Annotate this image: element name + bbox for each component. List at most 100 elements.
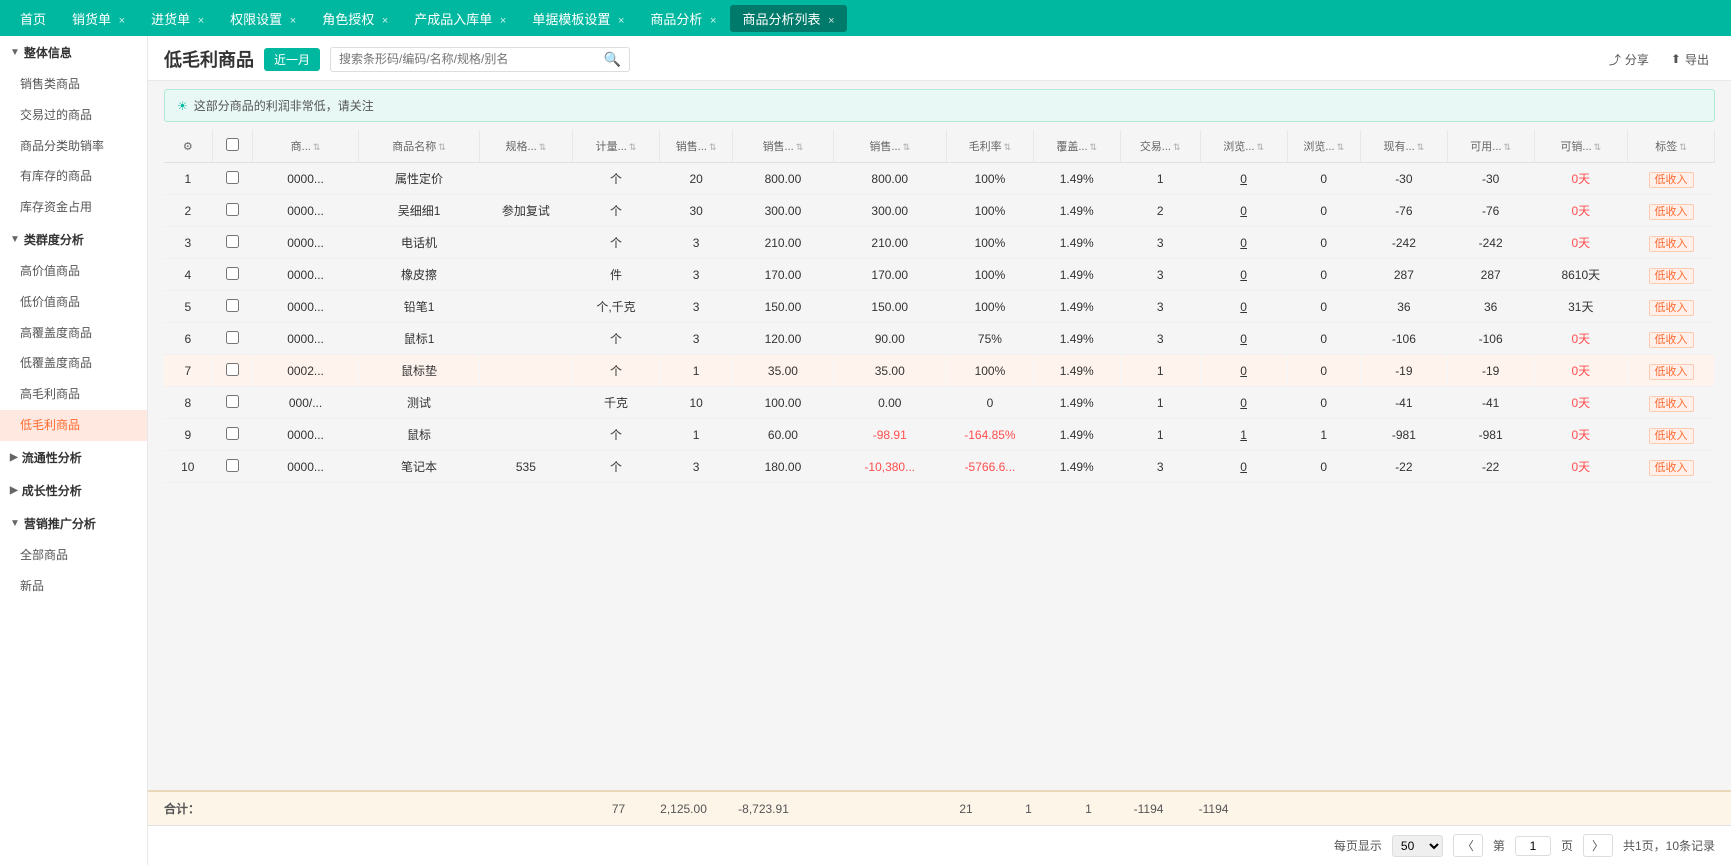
row-checkbox[interactable]	[226, 203, 239, 216]
sidebar-item-traded-goods[interactable]: 交易过的商品	[0, 100, 147, 131]
th-code[interactable]: 商...⇅	[252, 130, 359, 163]
nav-product-entry[interactable]: 产成品入库单 ×	[402, 5, 518, 32]
search-box[interactable]: 🔍	[330, 47, 630, 72]
row-checkbox[interactable]	[226, 299, 239, 312]
nav-template[interactable]: 单据模板设置 ×	[520, 5, 636, 32]
sidebar-item-low-coverage[interactable]: 低覆盖度商品	[0, 348, 147, 379]
date-filter-button[interactable]: 近一月	[264, 48, 320, 71]
th-price[interactable]: 销售...⇅	[733, 130, 833, 163]
sidebar-item-sales-goods[interactable]: 销售类商品	[0, 69, 147, 100]
sidebar-item-high-coverage[interactable]: 高覆盖度商品	[0, 318, 147, 349]
td-sales-amount: 170.00	[833, 259, 947, 291]
td-browse1[interactable]: 0	[1200, 259, 1287, 291]
row-checkbox[interactable]	[226, 363, 239, 376]
th-browse2[interactable]: 浏览...⇅	[1287, 130, 1360, 163]
td-browse1[interactable]: 0	[1200, 163, 1287, 195]
nav-analysis-list[interactable]: 商品分析列表 ×	[730, 5, 846, 32]
td-checkbox[interactable]	[212, 259, 252, 291]
search-input[interactable]	[339, 52, 598, 66]
prev-page-button[interactable]: 〈	[1453, 834, 1483, 857]
th-settings[interactable]: ⚙	[164, 130, 212, 163]
th-coverage[interactable]: 覆盖...⇅	[1033, 130, 1120, 163]
row-checkbox[interactable]	[226, 427, 239, 440]
th-spec[interactable]: 规格...⇅	[479, 130, 572, 163]
th-checkbox[interactable]	[212, 130, 252, 163]
sidebar-item-inventory-goods[interactable]: 有库存的商品	[0, 161, 147, 192]
td-checkbox[interactable]	[212, 227, 252, 259]
nav-template-close[interactable]: ×	[618, 15, 624, 27]
nav-sales-close[interactable]: ×	[119, 15, 125, 27]
th-sellable[interactable]: 可销...⇅	[1534, 130, 1627, 163]
sidebar-group-overview[interactable]: ▼ 整体信息	[0, 36, 147, 69]
sidebar-item-low-profit[interactable]: 低毛利商品	[0, 410, 147, 441]
td-unit: 个	[573, 355, 660, 387]
sidebar-item-category-rate[interactable]: 商品分类助销率	[0, 131, 147, 162]
th-current[interactable]: 现有...⇅	[1360, 130, 1447, 163]
nav-purchase[interactable]: 进货单 ×	[139, 5, 216, 32]
td-browse1[interactable]: 0	[1200, 355, 1287, 387]
td-browse1[interactable]: 0	[1200, 323, 1287, 355]
th-sales-amount[interactable]: 销售...⇅	[833, 130, 947, 163]
td-browse1[interactable]: 0	[1200, 227, 1287, 259]
select-all-checkbox[interactable]	[226, 138, 239, 151]
th-trade[interactable]: 交易...⇅	[1120, 130, 1200, 163]
td-no: 5	[164, 291, 212, 323]
sidebar-group-growth[interactable]: ▶ 成长性分析	[0, 474, 147, 507]
row-checkbox[interactable]	[226, 395, 239, 408]
td-browse1[interactable]: 0	[1200, 195, 1287, 227]
nav-product-entry-close[interactable]: ×	[500, 15, 506, 27]
row-checkbox[interactable]	[226, 267, 239, 280]
page-size-select[interactable]: 50 100 200	[1392, 835, 1443, 857]
nav-home[interactable]: 首页	[8, 5, 58, 32]
nav-role-close[interactable]: ×	[382, 15, 388, 27]
export-button[interactable]: ⬆ 导出	[1665, 48, 1715, 71]
th-available[interactable]: 可用...⇅	[1447, 130, 1534, 163]
th-qty[interactable]: 销售...⇅	[659, 130, 732, 163]
sidebar-item-all-goods[interactable]: 全部商品	[0, 540, 147, 571]
nav-analysis[interactable]: 商品分析 ×	[638, 5, 728, 32]
sidebar-group-flow[interactable]: ▶ 流通性分析	[0, 441, 147, 474]
td-checkbox[interactable]	[212, 291, 252, 323]
th-unit[interactable]: 计量...⇅	[573, 130, 660, 163]
sidebar-item-new-goods[interactable]: 新品	[0, 571, 147, 602]
share-button[interactable]: ⤴ 分享	[1603, 48, 1655, 71]
nav-permissions[interactable]: 权限设置 ×	[218, 5, 308, 32]
nav-permissions-close[interactable]: ×	[290, 15, 296, 27]
nav-sales[interactable]: 销货单 ×	[60, 5, 137, 32]
td-browse1[interactable]: 1	[1200, 419, 1287, 451]
td-price: 300.00	[733, 195, 833, 227]
th-browse1[interactable]: 浏览...⇅	[1200, 130, 1287, 163]
nav-analysis-list-close[interactable]: ×	[828, 15, 834, 27]
next-page-button[interactable]: 〉	[1583, 834, 1613, 857]
sidebar-item-low-value[interactable]: 低价值商品	[0, 287, 147, 318]
sidebar-group-marketing[interactable]: ▼ 营销推广分析	[0, 507, 147, 540]
th-name[interactable]: 商品名称⇅	[359, 130, 479, 163]
nav-analysis-close[interactable]: ×	[710, 15, 716, 27]
td-checkbox[interactable]	[212, 163, 252, 195]
sidebar-item-high-profit[interactable]: 高毛利商品	[0, 379, 147, 410]
td-checkbox[interactable]	[212, 195, 252, 227]
td-current: -30	[1360, 163, 1447, 195]
td-checkbox[interactable]	[212, 387, 252, 419]
nav-role-auth[interactable]: 角色授权 ×	[310, 5, 400, 32]
row-checkbox[interactable]	[226, 171, 239, 184]
td-checkbox[interactable]	[212, 419, 252, 451]
page-number-input[interactable]	[1515, 836, 1551, 856]
th-tag[interactable]: 标签⇅	[1628, 130, 1715, 163]
sidebar-group-cluster[interactable]: ▼ 类群度分析	[0, 223, 147, 256]
td-checkbox[interactable]	[212, 451, 252, 483]
th-profit-rate[interactable]: 毛利率⇅	[947, 130, 1034, 163]
td-checkbox[interactable]	[212, 323, 252, 355]
td-browse1[interactable]: 0	[1200, 291, 1287, 323]
table-container[interactable]: ⚙ 商...⇅ 商品名称⇅ 规格...⇅ 计量...⇅ 销售...⇅ 销售...…	[148, 130, 1731, 790]
sidebar-item-capital[interactable]: 库存资金占用	[0, 192, 147, 223]
td-sales-amount: 210.00	[833, 227, 947, 259]
td-browse1[interactable]: 0	[1200, 387, 1287, 419]
nav-purchase-close[interactable]: ×	[198, 15, 204, 27]
td-checkbox[interactable]	[212, 355, 252, 387]
sidebar-item-high-value[interactable]: 高价值商品	[0, 256, 147, 287]
td-browse1[interactable]: 0	[1200, 451, 1287, 483]
row-checkbox[interactable]	[226, 235, 239, 248]
row-checkbox[interactable]	[226, 331, 239, 344]
row-checkbox[interactable]	[226, 459, 239, 472]
